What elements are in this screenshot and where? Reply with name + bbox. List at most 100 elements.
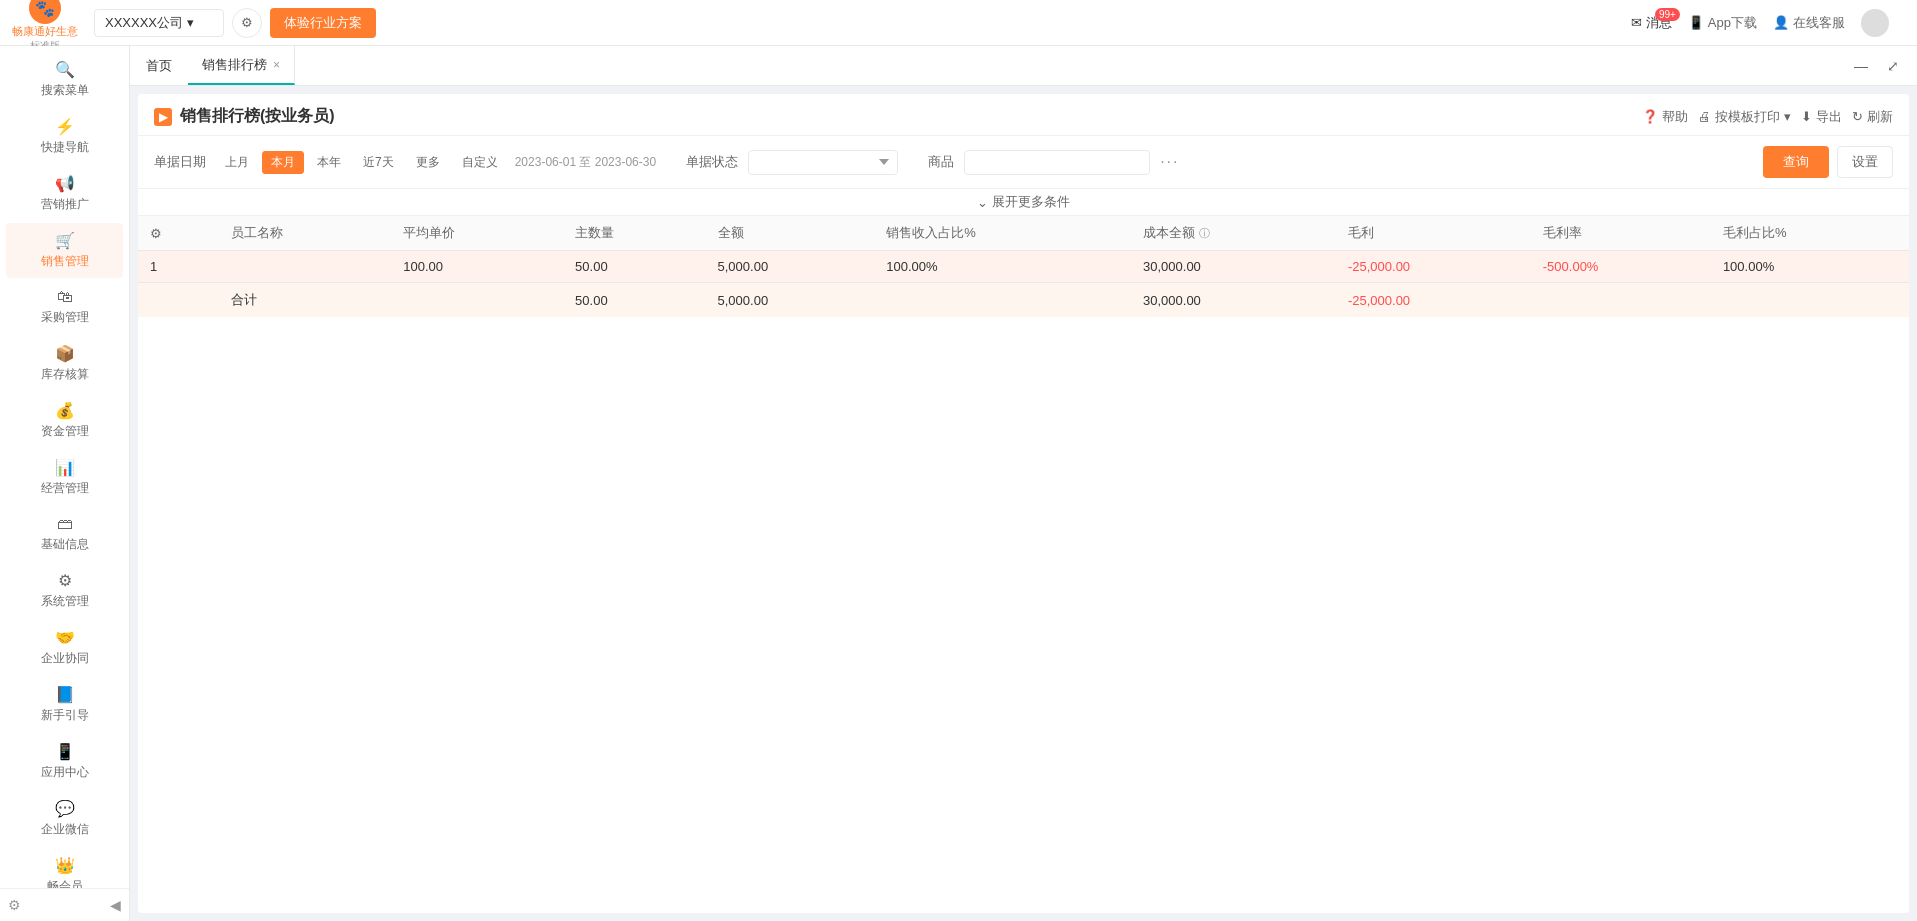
table-row: 1 100.00 50.00 5,000.00 100.00% 30,000.0… xyxy=(138,251,1909,283)
settings-icon-btn[interactable]: ⚙ xyxy=(232,8,262,38)
sidebar-item-finance[interactable]: 💰 资金管理 xyxy=(6,393,123,448)
tab-minimize-button[interactable]: — xyxy=(1849,54,1873,78)
date-pill-custom[interactable]: 自定义 xyxy=(453,151,507,174)
company-selector[interactable]: XXXXXX公司 ▾ xyxy=(94,9,224,37)
status-select[interactable] xyxy=(748,150,898,175)
sidebar-item-member-label: 畅会员 xyxy=(47,878,83,888)
tab-expand-button[interactable]: ⤢ xyxy=(1881,54,1905,78)
tab-close-icon[interactable]: × xyxy=(273,58,280,72)
col-cost: 成本全额 ⓘ xyxy=(1131,216,1336,251)
filter-right-buttons: 查询 设置 xyxy=(1763,146,1893,178)
page-title: 销售排行榜(按业务员) xyxy=(180,106,335,127)
service-icon: 👤 xyxy=(1773,15,1789,30)
sidebar-item-sales[interactable]: 🛒 销售管理 xyxy=(6,223,123,278)
back-arrow-icon[interactable]: ▶ xyxy=(154,108,172,126)
newuser-icon: 📘 xyxy=(55,685,75,704)
date-pill-thisyear[interactable]: 本年 xyxy=(308,151,350,174)
col-settings[interactable]: ⚙ xyxy=(138,216,219,251)
company-name: XXXXXX公司 xyxy=(105,14,183,32)
tab-sales-ranking[interactable]: 销售排行榜 × xyxy=(188,46,295,85)
date-pill-more[interactable]: 更多 xyxy=(407,151,449,174)
sidebar-item-quicknav[interactable]: ⚡ 快捷导航 xyxy=(6,109,123,164)
help-button[interactable]: ❓ 帮助 xyxy=(1642,108,1688,126)
finance-icon: 💰 xyxy=(55,401,75,420)
app-icon: 📱 xyxy=(1688,15,1704,30)
sidebar-collapse-icon[interactable]: ◀ xyxy=(110,897,121,913)
sidebar-item-search[interactable]: 🔍 搜索菜单 xyxy=(6,52,123,107)
date-pill-7days[interactable]: 近7天 xyxy=(354,151,403,174)
app-download-button[interactable]: 📱 App下载 xyxy=(1688,14,1757,32)
sidebar-item-operations[interactable]: 📊 经营管理 xyxy=(6,450,123,505)
date-filter-label: 单据日期 xyxy=(154,153,206,171)
query-button[interactable]: 查询 xyxy=(1763,146,1829,178)
member-icon: 👑 xyxy=(55,856,75,875)
more-filters-button[interactable]: ··· xyxy=(1160,153,1179,171)
page-header-actions: ❓ 帮助 🖨 按模板打印 ▾ ⬇ 导出 ↻ xyxy=(1642,108,1893,126)
footer-avg xyxy=(391,283,563,318)
refresh-button[interactable]: ↻ 刷新 xyxy=(1852,108,1893,126)
goods-input[interactable] xyxy=(964,150,1150,175)
footer-empty1 xyxy=(138,283,219,318)
table-area: ⚙ 员工名称 平均单价 主数量 全额 销售收入占比% 成本全额 ⓘ 毛利 毛利率… xyxy=(138,216,1909,913)
settings-button[interactable]: 设置 xyxy=(1837,146,1893,178)
page-header: ▶ 销售排行榜(按业务员) ❓ 帮助 🖨 按模板打印 ▾ xyxy=(138,94,1909,136)
sidebar-item-wechat-label: 企业微信 xyxy=(41,821,89,838)
tab-label: 销售排行榜 xyxy=(202,56,267,74)
top-bar-right: ✉ 消息 99+ 📱 App下载 👤 在线客服 xyxy=(1631,9,1905,37)
message-button[interactable]: ✉ 消息 99+ xyxy=(1631,14,1672,32)
expand-conditions-button[interactable]: ⌄ 展开更多条件 xyxy=(977,193,1070,211)
trial-button[interactable]: 体验行业方案 xyxy=(270,8,376,38)
brand-name: 畅康通好生意 xyxy=(12,24,78,39)
col-employee: 员工名称 xyxy=(219,216,391,251)
footer-label: 合计 xyxy=(219,283,391,318)
quicknav-icon: ⚡ xyxy=(55,117,75,136)
cell-amount: 5,000.00 xyxy=(706,251,875,283)
sidebar-item-wechat[interactable]: 💬 企业微信 xyxy=(6,791,123,846)
col-gross-rate: 毛利率 xyxy=(1531,216,1711,251)
filter-area: 单据日期 上月 本月 本年 近7天 更多 自定义 2023-06-01 至 20… xyxy=(138,136,1909,189)
table-footer: 合计 50.00 5,000.00 30,000.00 -25,000.00 xyxy=(138,283,1909,318)
sidebar-settings-icon[interactable]: ⚙ xyxy=(8,897,21,913)
print-button[interactable]: 🖨 按模板打印 ▾ xyxy=(1698,108,1791,126)
search-icon: 🔍 xyxy=(55,60,75,79)
sidebar-item-sales-label: 销售管理 xyxy=(41,253,89,270)
apps-icon: 📱 xyxy=(55,742,75,761)
print-chevron-icon: ▾ xyxy=(1784,109,1791,124)
filter-row: 单据日期 上月 本月 本年 近7天 更多 自定义 2023-06-01 至 20… xyxy=(154,146,1893,178)
sidebar: 🔍 搜索菜单 ⚡ 快捷导航 📢 营销推广 🛒 销售管理 🛍 采购管理 xyxy=(0,46,130,921)
date-pill-thismonth[interactable]: 本月 xyxy=(262,151,304,174)
help-icon: ❓ xyxy=(1642,109,1658,124)
operations-icon: 📊 xyxy=(55,458,75,477)
sidebar-bottom: ⚙ ◀ xyxy=(0,888,129,921)
col-gross: 毛利 xyxy=(1336,216,1531,251)
export-button[interactable]: ⬇ 导出 xyxy=(1801,108,1842,126)
main-area: 🔍 搜索菜单 ⚡ 快捷导航 📢 营销推广 🛒 销售管理 🛍 采购管理 xyxy=(0,46,1917,921)
sidebar-item-newuser[interactable]: 📘 新手引导 xyxy=(6,677,123,732)
sidebar-item-purchase[interactable]: 🛍 采购管理 xyxy=(6,280,123,334)
sidebar-item-inventory[interactable]: 📦 库存核算 xyxy=(6,336,123,391)
cell-revenue-pct: 100.00% xyxy=(874,251,1131,283)
sidebar-item-apps[interactable]: 📱 应用中心 xyxy=(6,734,123,789)
col-qty: 主数量 xyxy=(563,216,705,251)
system-icon: ⚙ xyxy=(58,571,72,590)
online-service-button[interactable]: 👤 在线客服 xyxy=(1773,14,1845,32)
sidebar-item-member[interactable]: 👑 畅会员 xyxy=(6,848,123,888)
expand-conditions-row: ⌄ 展开更多条件 xyxy=(138,189,1909,216)
cell-qty: 50.00 xyxy=(563,251,705,283)
cell-gross-rate: -500.00% xyxy=(1531,251,1711,283)
avatar[interactable] xyxy=(1861,9,1889,37)
cell-rank: 1 xyxy=(138,251,219,283)
sidebar-item-basics[interactable]: 🗃 基础信息 xyxy=(6,507,123,561)
cell-employee-name xyxy=(219,251,391,283)
tab-home[interactable]: 首页 xyxy=(130,46,188,85)
sidebar-item-operations-label: 经营管理 xyxy=(41,480,89,497)
sidebar-item-inventory-label: 库存核算 xyxy=(41,366,89,383)
sidebar-item-collab[interactable]: 🤝 企业协同 xyxy=(6,620,123,675)
page-content: ▶ 销售排行榜(按业务员) ❓ 帮助 🖨 按模板打印 ▾ xyxy=(138,94,1909,913)
date-pill-lastmonth[interactable]: 上月 xyxy=(216,151,258,174)
sidebar-item-marketing[interactable]: 📢 营销推广 xyxy=(6,166,123,221)
tab-bar-actions: — ⤢ xyxy=(1849,54,1917,78)
sidebar-item-search-label: 搜索菜单 xyxy=(41,82,89,99)
sidebar-item-system[interactable]: ⚙ 系统管理 xyxy=(6,563,123,618)
message-icon: ✉ xyxy=(1631,15,1642,30)
